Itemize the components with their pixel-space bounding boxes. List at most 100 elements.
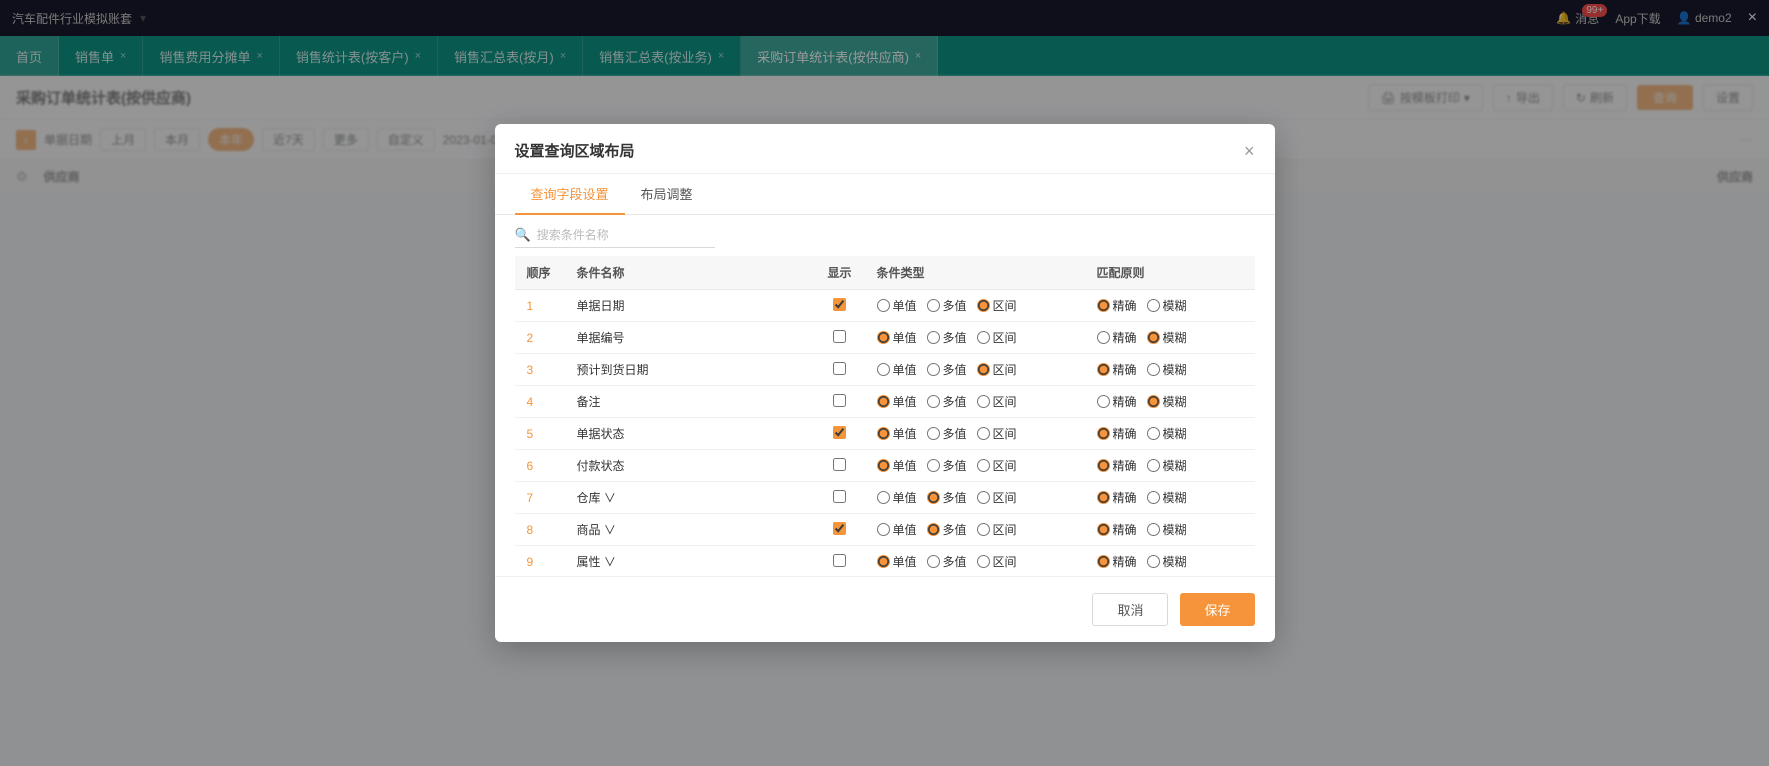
row-display-3: [815, 386, 865, 418]
type-radio-单值-4[interactable]: 单值: [877, 425, 917, 442]
match-radio-模糊-0[interactable]: 模糊: [1147, 297, 1187, 314]
display-checkbox-4[interactable]: [833, 426, 846, 439]
display-checkbox-5[interactable]: [833, 458, 846, 471]
type-radio-区间-3[interactable]: 区间: [977, 393, 1017, 410]
modal-overlay[interactable]: 设置查询区域布局 × 查询字段设置 布局调整 🔍 顺序: [0, 0, 1769, 766]
row-match-6: 精确模糊: [1085, 482, 1255, 514]
row-order-0: 1: [515, 290, 565, 322]
type-radio-区间-2[interactable]: 区间: [977, 361, 1017, 378]
search-input-wrap: 🔍: [515, 227, 715, 248]
type-radio-区间-1[interactable]: 区间: [977, 329, 1017, 346]
match-radio-模糊-6[interactable]: 模糊: [1147, 489, 1187, 506]
th-name: 条件名称: [565, 256, 815, 290]
match-radio-精确-7[interactable]: 精确: [1097, 521, 1137, 538]
match-radio-精确-1[interactable]: 精确: [1097, 329, 1137, 346]
type-radio-多值-6[interactable]: 多值: [927, 489, 967, 506]
conditions-table: 顺序 条件名称 显示 条件类型 匹配原则 1单据日期单值多值区间精确模糊2单据编…: [515, 256, 1255, 576]
match-radio-精确-5[interactable]: 精确: [1097, 457, 1137, 474]
order-number: 9: [527, 555, 534, 569]
row-type-1: 单值多值区间: [865, 322, 1085, 354]
row-name-5: 付款状态: [565, 450, 815, 482]
row-display-7: [815, 514, 865, 546]
row-name-6: 仓库 ∨: [565, 482, 815, 514]
dialog-header: 设置查询区域布局 ×: [495, 124, 1275, 174]
type-radio-单值-0[interactable]: 单值: [877, 297, 917, 314]
display-checkbox-1[interactable]: [833, 330, 846, 343]
match-radio-模糊-4[interactable]: 模糊: [1147, 425, 1187, 442]
display-checkbox-3[interactable]: [833, 394, 846, 407]
type-radio-多值-2[interactable]: 多值: [927, 361, 967, 378]
tab-layout[interactable]: 布局调整: [625, 174, 709, 215]
match-radio-精确-6[interactable]: 精确: [1097, 489, 1137, 506]
row-match-5: 精确模糊: [1085, 450, 1255, 482]
row-display-6: [815, 482, 865, 514]
row-name-1: 单据编号: [565, 322, 815, 354]
search-icon: 🔍: [515, 227, 531, 243]
match-radio-模糊-3[interactable]: 模糊: [1147, 393, 1187, 410]
type-radio-多值-1[interactable]: 多值: [927, 329, 967, 346]
table-row: 9属性 ∨单值多值区间精确模糊: [515, 546, 1255, 577]
type-radio-多值-7[interactable]: 多值: [927, 521, 967, 538]
type-radio-单值-2[interactable]: 单值: [877, 361, 917, 378]
type-radio-多值-0[interactable]: 多值: [927, 297, 967, 314]
type-radio-单值-8[interactable]: 单值: [877, 553, 917, 570]
match-radio-精确-4[interactable]: 精确: [1097, 425, 1137, 442]
type-radio-单值-7[interactable]: 单值: [877, 521, 917, 538]
match-radio-精确-0[interactable]: 精确: [1097, 297, 1137, 314]
dialog-close-button[interactable]: ×: [1244, 142, 1255, 160]
row-match-8: 精确模糊: [1085, 546, 1255, 577]
type-radio-多值-3[interactable]: 多值: [927, 393, 967, 410]
row-match-7: 精确模糊: [1085, 514, 1255, 546]
conditions-table-scroll[interactable]: 顺序 条件名称 显示 条件类型 匹配原则 1单据日期单值多值区间精确模糊2单据编…: [495, 256, 1275, 576]
type-radio-多值-8[interactable]: 多值: [927, 553, 967, 570]
match-radio-精确-8[interactable]: 精确: [1097, 553, 1137, 570]
th-display: 显示: [815, 256, 865, 290]
type-radio-区间-6[interactable]: 区间: [977, 489, 1017, 506]
row-order-4: 5: [515, 418, 565, 450]
display-checkbox-6[interactable]: [833, 490, 846, 503]
match-radio-模糊-8[interactable]: 模糊: [1147, 553, 1187, 570]
row-type-6: 单值多值区间: [865, 482, 1085, 514]
row-name-7: 商品 ∨: [565, 514, 815, 546]
order-number: 8: [527, 523, 534, 537]
type-radio-多值-4[interactable]: 多值: [927, 425, 967, 442]
match-radio-精确-3[interactable]: 精确: [1097, 393, 1137, 410]
row-match-0: 精确模糊: [1085, 290, 1255, 322]
type-radio-区间-8[interactable]: 区间: [977, 553, 1017, 570]
display-checkbox-8[interactable]: [833, 554, 846, 567]
table-row: 2单据编号单值多值区间精确模糊: [515, 322, 1255, 354]
cancel-button[interactable]: 取消: [1092, 593, 1168, 626]
display-checkbox-7[interactable]: [833, 522, 846, 535]
table-row: 8 商品 ∨ 单值多值区间 精确模糊: [515, 514, 1255, 546]
type-radio-单值-6[interactable]: 单值: [877, 489, 917, 506]
row-type-8: 单值多值区间: [865, 546, 1085, 577]
type-radio-单值-5[interactable]: 单值: [877, 457, 917, 474]
row-display-5: [815, 450, 865, 482]
type-radio-区间-0[interactable]: 区间: [977, 297, 1017, 314]
th-order: 顺序: [515, 256, 565, 290]
type-radio-单值-1[interactable]: 单值: [877, 329, 917, 346]
order-number: 2: [527, 331, 534, 345]
row-display-1: [815, 322, 865, 354]
row-name-4: 单据状态: [565, 418, 815, 450]
display-checkbox-0[interactable]: [833, 298, 846, 311]
type-radio-区间-4[interactable]: 区间: [977, 425, 1017, 442]
row-display-0: [815, 290, 865, 322]
match-radio-模糊-7[interactable]: 模糊: [1147, 521, 1187, 538]
type-radio-区间-7[interactable]: 区间: [977, 521, 1017, 538]
match-radio-模糊-1[interactable]: 模糊: [1147, 329, 1187, 346]
match-radio-模糊-2[interactable]: 模糊: [1147, 361, 1187, 378]
display-checkbox-2[interactable]: [833, 362, 846, 375]
search-input[interactable]: [537, 228, 697, 242]
type-radio-多值-5[interactable]: 多值: [927, 457, 967, 474]
row-order-8: 9: [515, 546, 565, 577]
tab-query-fields[interactable]: 查询字段设置: [515, 174, 625, 215]
type-radio-区间-5[interactable]: 区间: [977, 457, 1017, 474]
row-order-6: 7: [515, 482, 565, 514]
match-radio-精确-2[interactable]: 精确: [1097, 361, 1137, 378]
save-button[interactable]: 保存: [1180, 593, 1254, 626]
type-radio-单值-3[interactable]: 单值: [877, 393, 917, 410]
match-radio-模糊-5[interactable]: 模糊: [1147, 457, 1187, 474]
row-type-2: 单值多值区间: [865, 354, 1085, 386]
order-number: 5: [527, 427, 534, 441]
